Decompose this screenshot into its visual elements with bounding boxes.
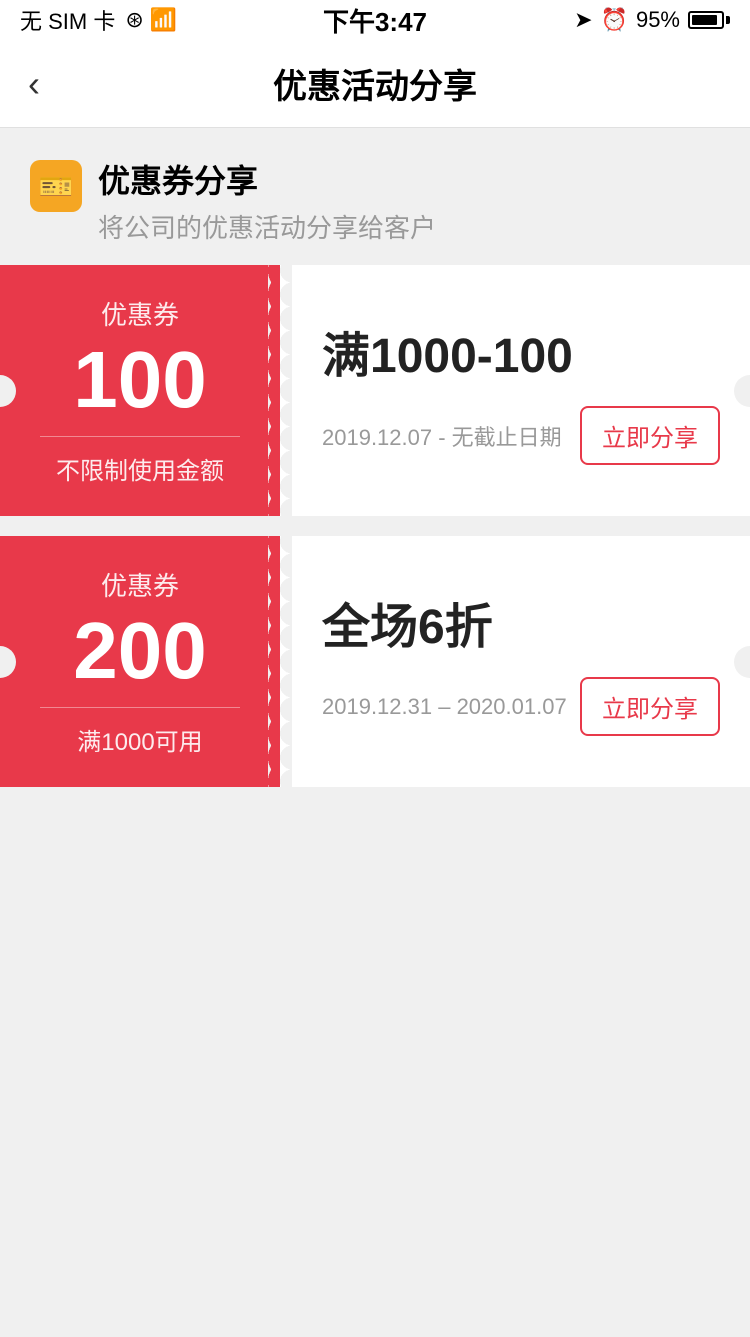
coupon-condition-1: 不限制使用金额 <box>56 451 224 486</box>
coupon-icon: 🎫 <box>39 170 74 203</box>
status-bar: 无 SIM 卡 ⊛ 📶 下午3:47 ➤ ⏰ 95% <box>0 0 750 40</box>
nav-bar: ‹ 优惠活动分享 <box>0 40 750 128</box>
coupon-bottom-row-1: 2019.12.07 - 无截止日期 立即分享 <box>322 406 720 465</box>
location-icon: ➤ <box>574 7 592 33</box>
status-time: 下午3:47 <box>323 2 427 39</box>
coupon-right-1: 满1000-100 2019.12.07 - 无截止日期 立即分享 <box>280 265 750 516</box>
coupon-label-2: 优惠券 <box>101 566 179 603</box>
coupon-divider-2 <box>40 707 240 708</box>
coupon-divider-1 <box>40 436 240 437</box>
battery-icon <box>688 11 730 29</box>
coupon-left-1: 优惠券 100 不限制使用金额 <box>0 265 280 516</box>
page-title: 优惠活动分享 <box>273 59 477 108</box>
coupon-card-1: 优惠券 100 不限制使用金额 满1000-100 2019.12.07 - 无… <box>0 265 750 516</box>
coupon-right-2: 全场6折 2019.12.31 – 2020.01.07 立即分享 <box>280 536 750 787</box>
coupon-amount-2: 200 <box>73 611 206 691</box>
coupon-card-wrapper-1: 优惠券 100 不限制使用金额 满1000-100 2019.12.07 - 无… <box>0 265 750 516</box>
coupon-list: 优惠券 100 不限制使用金额 满1000-100 2019.12.07 - 无… <box>0 265 750 837</box>
section-text-group: 优惠券分享 将公司的优惠活动分享给客户 <box>98 156 436 245</box>
section-title: 优惠券分享 <box>98 156 436 202</box>
status-left: 无 SIM 卡 ⊛ 📶 <box>20 4 177 36</box>
alarm-icon: ⏰ <box>601 7 628 33</box>
coupon-label-1: 优惠券 <box>101 295 179 332</box>
coupon-date-1: 2019.12.07 - 无截止日期 <box>322 420 562 452</box>
coupon-amount-1: 100 <box>73 340 206 420</box>
section-header: 🎫 优惠券分享 将公司的优惠活动分享给客户 <box>0 128 750 265</box>
carrier-text: 无 SIM 卡 <box>20 4 115 36</box>
section-subtitle: 将公司的优惠活动分享给客户 <box>98 208 436 245</box>
empty-space <box>0 837 750 1337</box>
coupon-left-2: 优惠券 200 满1000可用 <box>0 536 280 787</box>
coupon-card-wrapper-2: 优惠券 200 满1000可用 全场6折 2019.12.31 – 2020.0… <box>0 536 750 787</box>
coupon-name-2: 全场6折 <box>322 587 720 657</box>
coupon-name-1: 满1000-100 <box>322 316 720 386</box>
coupon-condition-2: 满1000可用 <box>77 722 202 757</box>
status-right: ➤ ⏰ 95% <box>574 7 730 33</box>
coupon-date-2: 2019.12.31 – 2020.01.07 <box>322 694 567 720</box>
share-button-1[interactable]: 立即分享 <box>580 406 720 465</box>
battery-text: 95% <box>636 7 680 33</box>
section-icon: 🎫 <box>30 160 82 212</box>
back-button[interactable]: ‹ <box>28 66 40 102</box>
wifi-icon: ⊛ 📶 <box>125 7 177 33</box>
coupon-bottom-row-2: 2019.12.31 – 2020.01.07 立即分享 <box>322 677 720 736</box>
share-button-2[interactable]: 立即分享 <box>580 677 720 736</box>
coupon-card-2: 优惠券 200 满1000可用 全场6折 2019.12.31 – 2020.0… <box>0 536 750 787</box>
